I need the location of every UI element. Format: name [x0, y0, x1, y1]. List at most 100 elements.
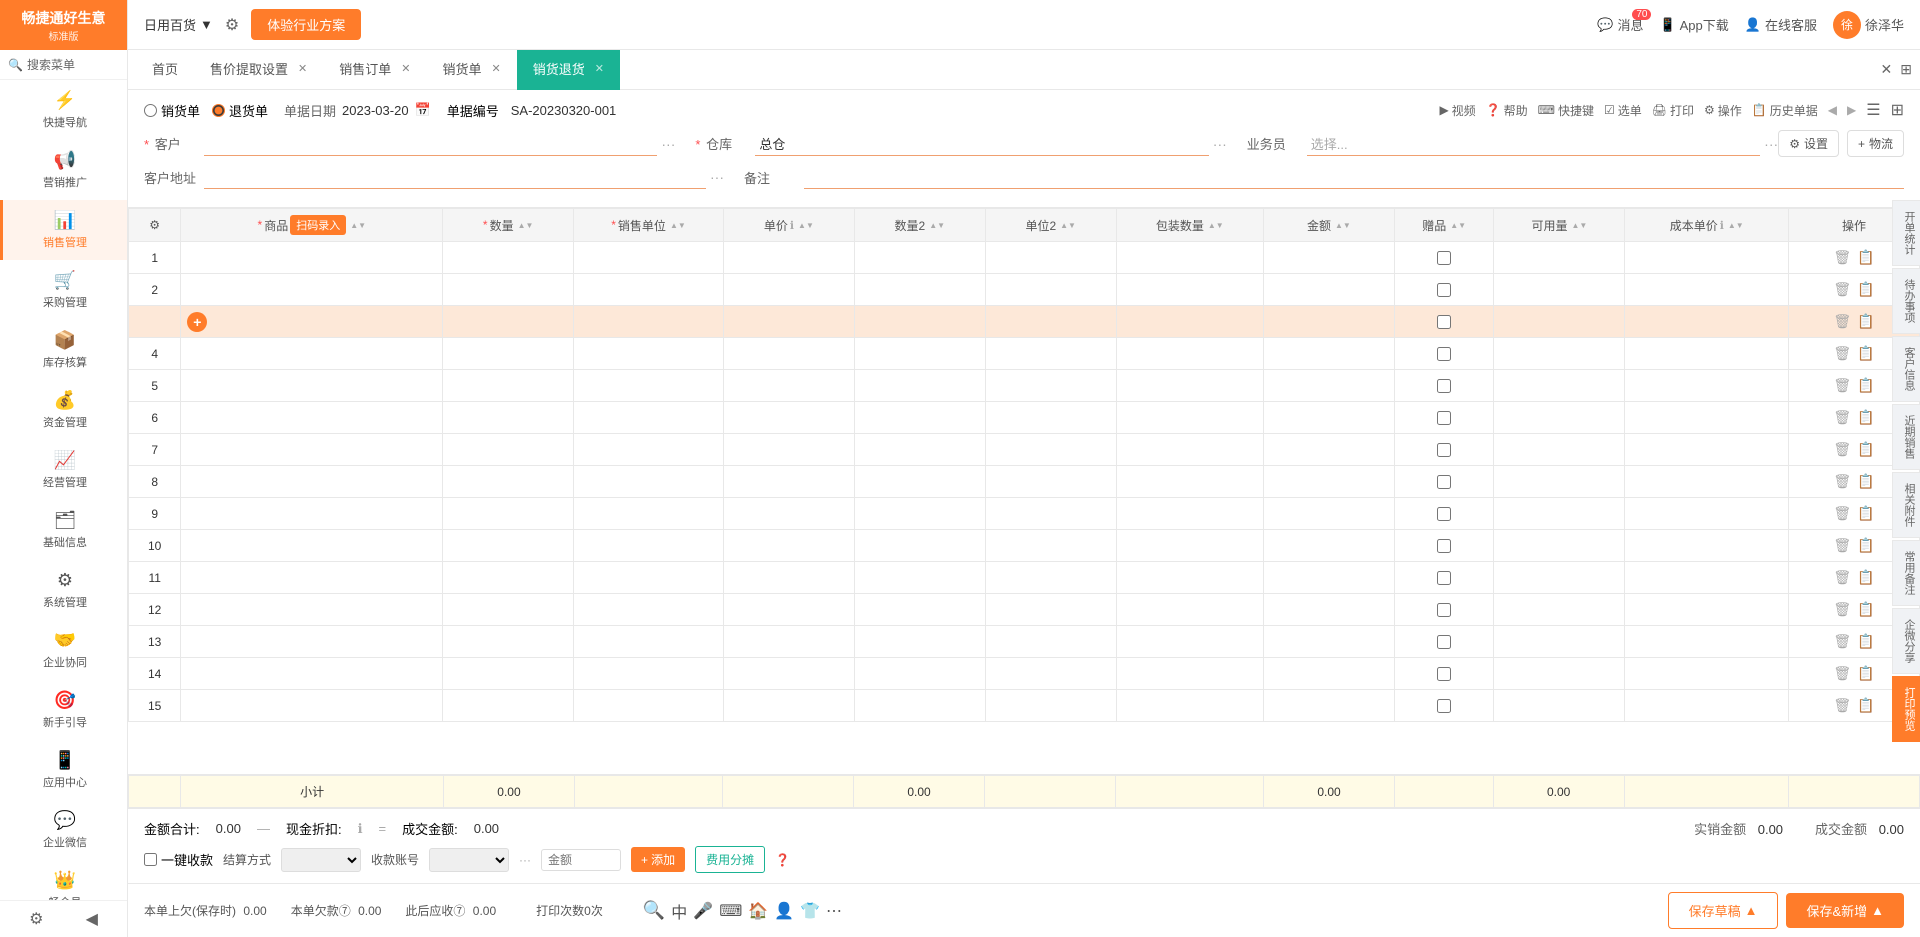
cell-pack-qty-15[interactable]: [1116, 690, 1263, 722]
one-click-payment-checkbox[interactable]: [144, 853, 157, 866]
delete-row-5-icon[interactable]: 🗑: [1833, 377, 1851, 394]
copy-row-7-icon[interactable]: 📋: [1857, 441, 1874, 458]
right-panel-item-todo[interactable]: 待办事项: [1892, 268, 1920, 334]
cell-product-7[interactable]: [181, 434, 443, 466]
cell-unit2-5[interactable]: [985, 370, 1116, 402]
cell-sales-unit-12[interactable]: [574, 594, 724, 626]
cell-cost-price-10[interactable]: [1625, 530, 1789, 562]
cell-price-7[interactable]: [723, 434, 854, 466]
delete-row-8-icon[interactable]: 🗑: [1833, 473, 1851, 490]
sidebar-item-operations[interactable]: 📈 经营管理: [0, 440, 127, 500]
cell-gift-10[interactable]: [1394, 530, 1494, 562]
copy-row-6-icon[interactable]: 📋: [1857, 409, 1874, 426]
cell-price-5[interactable]: [723, 370, 854, 402]
gift-sort-icon[interactable]: ▲▼: [1450, 221, 1466, 230]
cell-available-7[interactable]: [1494, 434, 1625, 466]
remark-input[interactable]: [804, 165, 1904, 189]
cell-price-14[interactable]: [723, 658, 854, 690]
cell-available-12[interactable]: [1494, 594, 1625, 626]
cell-price-10[interactable]: [723, 530, 854, 562]
delete-row-2-icon[interactable]: 🗑: [1833, 281, 1851, 298]
sidebar-item-guide[interactable]: 🎯 新手引导: [0, 680, 127, 740]
warehouse-ellipsis-icon[interactable]: ···: [1213, 136, 1227, 152]
cell-sales-unit-10[interactable]: [574, 530, 724, 562]
cell-pack-qty-9[interactable]: [1116, 498, 1263, 530]
cell-gift-6[interactable]: [1394, 402, 1494, 434]
delete-row-15-icon[interactable]: 🗑: [1833, 697, 1851, 714]
copy-row-9-icon[interactable]: 📋: [1857, 505, 1874, 522]
cell-product-10[interactable]: [181, 530, 443, 562]
tab-sales-delivery-close-icon[interactable]: ✕: [492, 62, 501, 75]
address-input[interactable]: [204, 165, 706, 189]
cell-available-1[interactable]: [1494, 242, 1625, 274]
delete-row-7-icon[interactable]: 🗑: [1833, 441, 1851, 458]
cell-cost-price-12[interactable]: [1625, 594, 1789, 626]
gift-checkbox-12[interactable]: [1437, 603, 1451, 617]
cell-available-2[interactable]: [1494, 274, 1625, 306]
tool-more-icon[interactable]: ⋯: [826, 901, 842, 921]
cell-quantity2-11[interactable]: [854, 562, 985, 594]
cell-gift-11[interactable]: [1394, 562, 1494, 594]
copy-row-13-icon[interactable]: 📋: [1857, 633, 1874, 650]
cell-cost-price-6[interactable]: [1625, 402, 1789, 434]
cell-gift-7[interactable]: [1394, 434, 1494, 466]
account-ellipsis-icon[interactable]: ···: [519, 853, 531, 867]
qty2-sort-icon[interactable]: ▲▼: [929, 221, 945, 230]
cell-quantity2-5[interactable]: [854, 370, 985, 402]
cell-quantity2-9[interactable]: [854, 498, 985, 530]
tool-zhong-icon[interactable]: 中: [671, 899, 687, 923]
cell-product-1[interactable]: [181, 242, 443, 274]
industry-dropdown[interactable]: 日用百货 ▼: [144, 15, 213, 34]
gift-checkbox-13[interactable]: [1437, 635, 1451, 649]
cell-pack-qty-4[interactable]: [1116, 338, 1263, 370]
cell-price-2[interactable]: [723, 274, 854, 306]
cell-cost-price-9[interactable]: [1625, 498, 1789, 530]
cell-amount-15[interactable]: [1263, 690, 1394, 722]
cell-pack-qty-5[interactable]: [1116, 370, 1263, 402]
cell-unit2-1[interactable]: [985, 242, 1116, 274]
gift-checkbox-10[interactable]: [1437, 539, 1451, 553]
save-new-btn[interactable]: 保存&新增 ▲: [1786, 893, 1904, 928]
unit-sort-icon[interactable]: ▲▼: [670, 221, 686, 230]
cell-pack-qty-12[interactable]: [1116, 594, 1263, 626]
cell-product-13[interactable]: [181, 626, 443, 658]
unit2-sort-icon[interactable]: ▲▼: [1060, 221, 1076, 230]
cell-unit2-2[interactable]: [985, 274, 1116, 306]
cell-pack-qty-14[interactable]: [1116, 658, 1263, 690]
account-select[interactable]: [429, 848, 509, 872]
address-ellipsis-icon[interactable]: ···: [710, 169, 724, 185]
next-icon[interactable]: ▶: [1847, 103, 1856, 117]
cell-quantity2-15[interactable]: [854, 690, 985, 722]
sidebar-item-member[interactable]: 👑 畅会员: [0, 860, 127, 900]
cell-cost-price-5[interactable]: [1625, 370, 1789, 402]
cell-quantity2-2[interactable]: [854, 274, 985, 306]
cell-gift-9[interactable]: [1394, 498, 1494, 530]
tab-price-settings-close-icon[interactable]: ✕: [298, 62, 307, 75]
th-settings[interactable]: ⚙: [129, 209, 181, 242]
cell-product-4[interactable]: [181, 338, 443, 370]
toolbar-shortcut[interactable]: ⌨ 快捷键: [1538, 102, 1594, 119]
calc-method-select[interactable]: [281, 848, 361, 872]
cell-available-15[interactable]: [1494, 690, 1625, 722]
cell-sales-unit-3[interactable]: [574, 306, 724, 338]
sidebar-item-wechat[interactable]: 💬 企业微信: [0, 800, 127, 860]
cell-unit2-9[interactable]: [985, 498, 1116, 530]
prev-icon[interactable]: ◀: [1828, 103, 1837, 117]
cell-price-9[interactable]: [723, 498, 854, 530]
cell-sales-unit-4[interactable]: [574, 338, 724, 370]
cell-amount-9[interactable]: [1263, 498, 1394, 530]
table-settings-icon[interactable]: ⚙: [149, 218, 160, 232]
sidebar-item-system[interactable]: ⚙ 系统管理: [0, 560, 127, 620]
cell-pack-qty-11[interactable]: [1116, 562, 1263, 594]
tab-price-settings[interactable]: 售价提取设置 ✕: [194, 50, 323, 90]
amount-input[interactable]: [541, 849, 621, 871]
gift-checkbox-14[interactable]: [1437, 667, 1451, 681]
sidebar-item-enterprise[interactable]: 🤝 企业协同: [0, 620, 127, 680]
cell-gift-4[interactable]: [1394, 338, 1494, 370]
cell-amount-4[interactable]: [1263, 338, 1394, 370]
toolbar-help[interactable]: ❓ 帮助: [1486, 102, 1528, 119]
customer-ellipsis-icon[interactable]: ···: [661, 136, 675, 152]
cost-price-sort-icon[interactable]: ▲▼: [1728, 221, 1744, 230]
cell-gift-14[interactable]: [1394, 658, 1494, 690]
delete-row-11-icon[interactable]: 🗑: [1833, 569, 1851, 586]
